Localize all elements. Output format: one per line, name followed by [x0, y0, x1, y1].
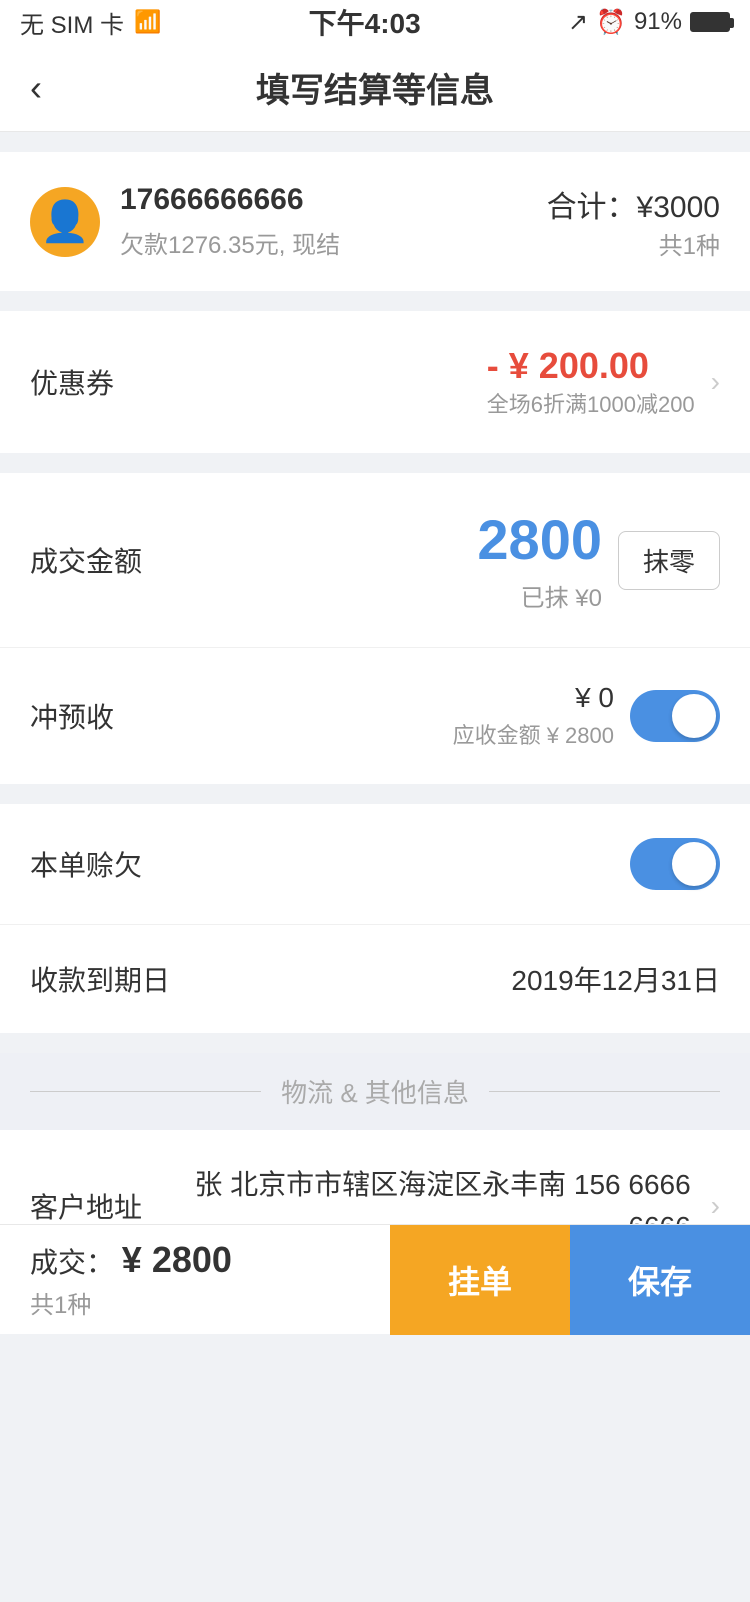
prepay-amount: ¥ 0	[453, 682, 614, 714]
status-time: 下午4:03	[309, 2, 421, 42]
status-carrier: 无 SIM 卡 📶	[20, 5, 161, 40]
coupon-label: 优惠券	[30, 362, 114, 402]
deal-amount-label: 成交金额	[30, 540, 142, 580]
save-button[interactable]: 保存	[570, 1225, 750, 1335]
battery-text: 91%	[634, 8, 682, 36]
coupon-row[interactable]: 优惠券 - ¥ 200.00 全场6折满1000减200 ›	[0, 311, 750, 453]
coupon-desc: 全场6折满1000减200	[487, 387, 695, 419]
avatar: 👤	[30, 187, 100, 257]
sep-2	[0, 453, 750, 473]
prepay-toggle[interactable]	[630, 690, 720, 742]
prepay-label: 冲预收	[30, 696, 114, 736]
address-chevron-icon: ›	[711, 1190, 720, 1222]
sep-4	[0, 1033, 750, 1053]
due-date-label: 收款到期日	[30, 959, 170, 999]
bottom-deal-label: 成交：	[30, 1247, 114, 1278]
divider-text: 物流 & 其他信息	[281, 1073, 469, 1110]
sep-1	[0, 291, 750, 311]
customer-card: 👤 17666666666 欠款1276.35元, 现结 合计：¥3000 共1…	[0, 152, 750, 291]
amount-section: 成交金额 2800 已抹 ¥0 抹零 冲预收 ¥ 0 应收金额 ¥ 2800	[0, 473, 750, 784]
customer-count: 共1种	[547, 226, 720, 261]
hang-button[interactable]: 挂单	[390, 1225, 570, 1335]
debt-row: 本单赊欠	[0, 804, 750, 925]
due-date-row: 收款到期日 2019年12月31日	[0, 925, 750, 1033]
customer-phone: 17666666666	[120, 183, 340, 217]
prepay-row: 冲预收 ¥ 0 应收金额 ¥ 2800	[0, 648, 750, 784]
debt-label: 本单赊欠	[30, 844, 142, 884]
logistics-divider: 物流 & 其他信息	[0, 1053, 750, 1130]
coupon-chevron-icon: ›	[711, 366, 720, 398]
customer-debt: 欠款1276.35元, 现结	[120, 225, 340, 260]
coupon-amount: - ¥ 200.00	[487, 345, 695, 387]
due-date-value: 2019年12月31日	[511, 959, 720, 999]
avatar-icon: 👤	[40, 198, 90, 245]
alarm-icon: ⏰	[596, 8, 626, 37]
deal-amount-value: 2800	[477, 507, 602, 572]
debt-toggle[interactable]	[630, 838, 720, 890]
nav-bar: ‹ 填写结算等信息	[0, 44, 750, 132]
customer-total: 合计：¥3000	[547, 182, 720, 226]
coupon-section: 优惠券 - ¥ 200.00 全场6折满1000减200 ›	[0, 311, 750, 453]
divider-line-right	[489, 1091, 720, 1092]
status-bar: 无 SIM 卡 📶 下午4:03 ↗ ⏰ 91%	[0, 0, 750, 44]
erased-label: 已抹 ¥0	[477, 578, 602, 613]
address-label: 客户地址	[30, 1186, 142, 1226]
location-icon: ↗	[568, 8, 588, 37]
bottom-bar: 成交： ¥ 2800 共1种 挂单 保存	[0, 1224, 750, 1334]
bottom-deal-amount: ¥ 2800	[122, 1239, 232, 1280]
page-title: 填写结算等信息	[256, 63, 494, 112]
content-area: 👤 17666666666 欠款1276.35元, 现结 合计：¥3000 共1…	[0, 152, 750, 1602]
divider-line-left	[30, 1091, 261, 1092]
back-button[interactable]: ‹	[30, 67, 42, 109]
deal-amount-row: 成交金额 2800 已抹 ¥0 抹零	[0, 473, 750, 648]
debt-section: 本单赊欠 收款到期日 2019年12月31日	[0, 804, 750, 1033]
sep-3	[0, 784, 750, 804]
battery-icon	[690, 12, 730, 32]
bottom-count: 共1种	[30, 1285, 360, 1320]
prepay-receivable: 应收金额 ¥ 2800	[453, 718, 614, 750]
round-button[interactable]: 抹零	[618, 531, 720, 590]
debt-toggle-knob	[672, 842, 716, 886]
wifi-icon: 📶	[134, 9, 161, 35]
toggle-knob	[672, 694, 716, 738]
